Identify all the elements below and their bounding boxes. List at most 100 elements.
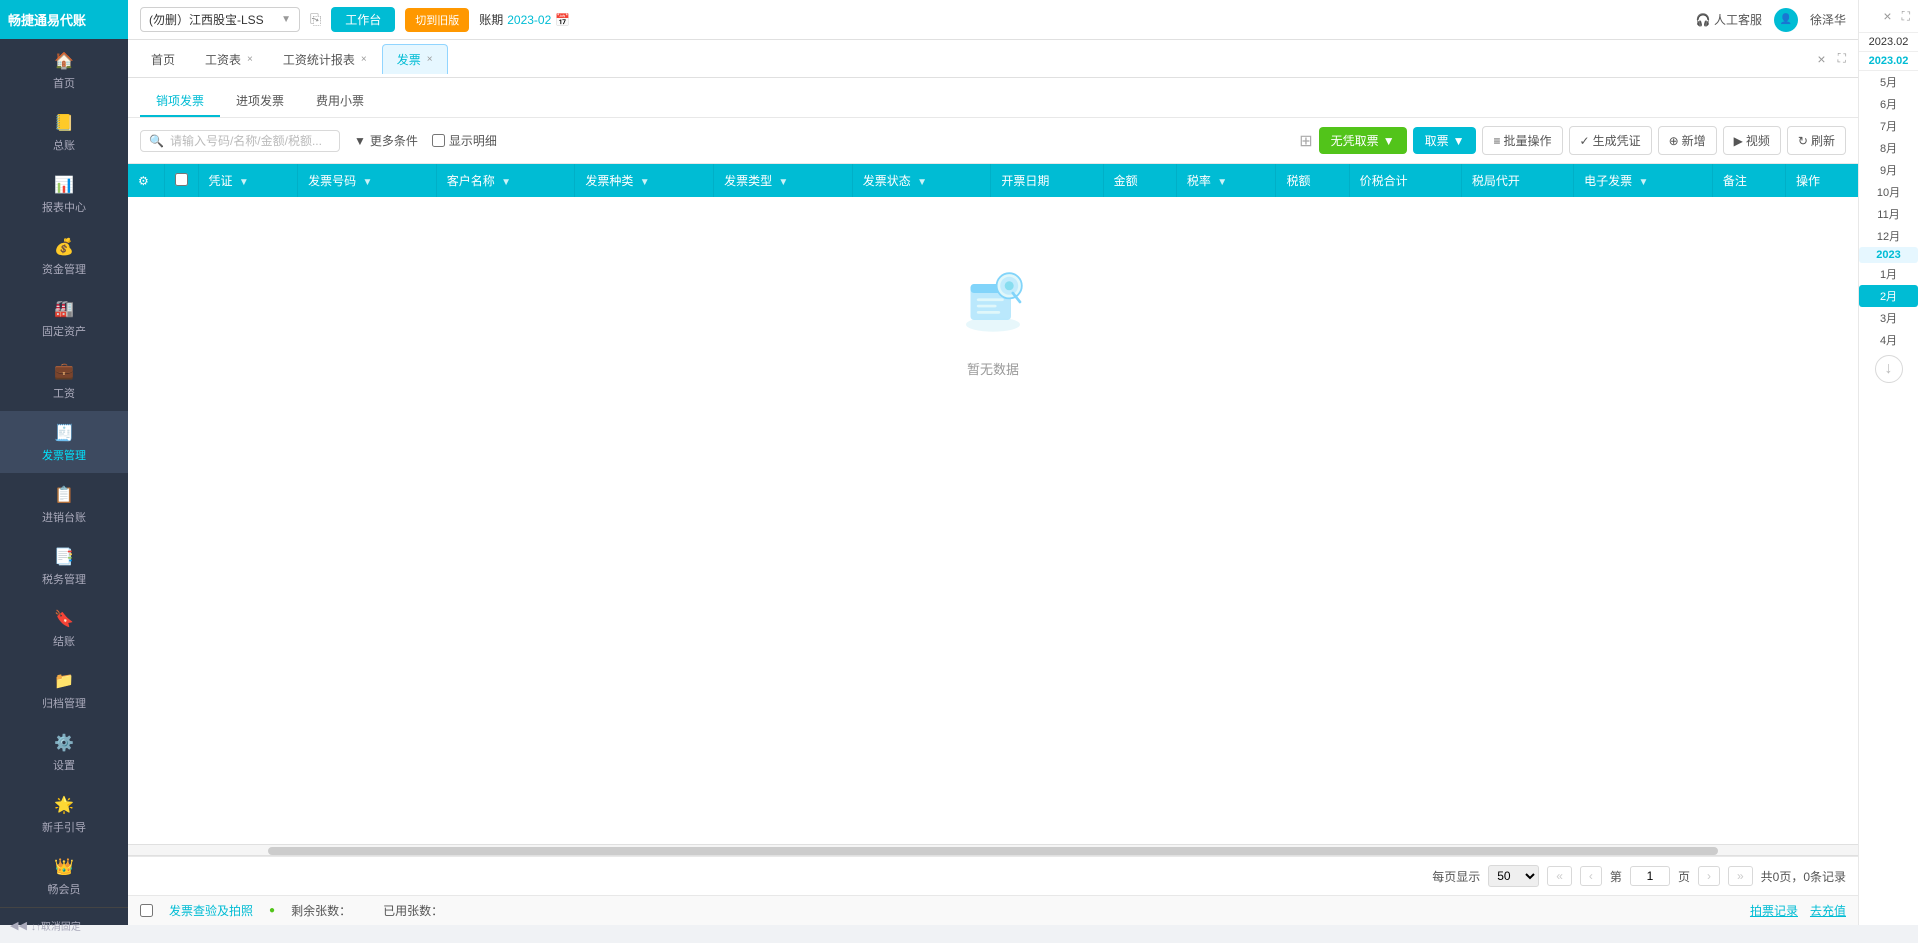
help-link[interactable]: 去充值 <box>1810 902 1846 919</box>
filter-button[interactable]: ▼ 更多条件 <box>348 128 424 153</box>
grid-settings-icon[interactable]: ⊞ <box>1299 131 1312 151</box>
col-actions: 操作 <box>1786 164 1858 197</box>
tab-invoice[interactable]: 发票 × <box>382 44 448 74</box>
page-size-label: 每页显示 <box>1432 868 1480 885</box>
sidebar-item-reports[interactable]: 📊 报表中心 <box>0 163 128 225</box>
panel-expand-button[interactable]: ⛶ <box>1834 47 1850 70</box>
col-settings[interactable]: ⚙ <box>128 164 164 197</box>
new-button[interactable]: ⊕ 新增 <box>1658 126 1717 155</box>
sidebar-item-label: 归档管理 <box>42 695 86 711</box>
tab-home[interactable]: 首页 <box>136 44 190 74</box>
sidebar-item-label: 报表中心 <box>42 199 86 215</box>
voucher-button[interactable]: 取票 ▼ <box>1413 127 1477 154</box>
last-page-button[interactable]: » <box>1728 866 1753 886</box>
filter-icon: ▼ <box>354 134 366 148</box>
video-button[interactable]: ▶ 视频 <box>1723 126 1781 155</box>
batch-op-button[interactable]: ≡ 批量操作 <box>1482 126 1562 155</box>
sidebar-logo: 畅捷通易代账 <box>0 0 128 39</box>
sidebar-item-sales[interactable]: 📋 进销台账 <box>0 473 128 535</box>
tab-salary-stats[interactable]: 工资统计报表 × <box>268 44 382 74</box>
tab-salary-stats-close[interactable]: × <box>361 54 367 65</box>
verify-checkbox[interactable] <box>140 904 153 917</box>
select-all-checkbox[interactable] <box>175 173 188 186</box>
search-input[interactable] <box>170 134 331 148</box>
date-month-11[interactable]: 11月 <box>1859 203 1918 225</box>
col-tax: 税额 <box>1276 164 1349 197</box>
date-month-8[interactable]: 8月 <box>1859 137 1918 159</box>
subtab-purchase-invoice[interactable]: 进项发票 <box>220 86 300 117</box>
tab-salary-stats-label: 工资统计报表 <box>283 51 355 68</box>
date-scroll-down[interactable]: ↓ <box>1875 355 1903 383</box>
sidebar-item-settings[interactable]: ⚙️ 设置 <box>0 721 128 783</box>
sidebar-item-ledger[interactable]: 📒 总账 <box>0 101 128 163</box>
date-month-7[interactable]: 7月 <box>1859 115 1918 137</box>
user-service[interactable]: 🎧 人工客服 <box>1696 11 1762 28</box>
sidebar-item-archive[interactable]: 📁 归档管理 <box>0 659 128 721</box>
pin-toggle[interactable]: ◀◀ ↓↑取消固定 <box>0 907 128 943</box>
date-month-4[interactable]: 4月 <box>1859 329 1918 351</box>
sidebar-item-label: 畅会员 <box>48 881 81 897</box>
subtab-sales-label: 销项发票 <box>156 94 204 108</box>
show-detail-checkbox[interactable]: 显示明细 <box>432 132 497 149</box>
date-month-12[interactable]: 12月 <box>1859 225 1918 247</box>
sidebar-item-salary[interactable]: 💼 工资 <box>0 349 128 411</box>
sidebar-item-tax[interactable]: 📑 税务管理 <box>0 535 128 597</box>
sidebar-item-member[interactable]: 👑 畅会员 <box>0 845 128 907</box>
buy-link[interactable]: 拍票记录 <box>1750 902 1798 919</box>
video-label: 视频 <box>1746 132 1770 149</box>
guide-icon: 🌟 <box>54 795 74 815</box>
date-month-9[interactable]: 9月 <box>1859 159 1918 181</box>
subtab-expense-receipt[interactable]: 费用小票 <box>300 86 380 117</box>
refresh-icon: ↻ <box>1798 134 1808 148</box>
no-voucher-button[interactable]: 无凭取票 ▼ <box>1319 127 1407 154</box>
date-month-6[interactable]: 6月 <box>1859 93 1918 115</box>
col-amount: 金额 <box>1103 164 1176 197</box>
company-selector[interactable]: (勿删）江西股宝-LSS ▼ <box>140 7 300 32</box>
voucher-label: 取票 <box>1425 132 1449 149</box>
sidebar-item-guide[interactable]: 🌟 新手引导 <box>0 783 128 845</box>
scrollbar-area[interactable] <box>128 844 1858 856</box>
reports-icon: 📊 <box>54 175 74 195</box>
footer-bar: 发票查验及拍照 ● 剩余张数： 已用张数： 拍票记录 去充值 <box>128 895 1858 925</box>
calendar-icon[interactable]: 📅 <box>555 13 570 27</box>
copy-icon[interactable]: ⎘ <box>310 11 321 28</box>
date-sidebar-expand[interactable]: ⛶ <box>1898 4 1914 28</box>
prev-page-button[interactable]: ‹ <box>1580 866 1602 886</box>
date-month-10[interactable]: 10月 <box>1859 181 1918 203</box>
tab-salary-table-close[interactable]: × <box>247 54 253 65</box>
sidebar-item-settle[interactable]: 🔖 结账 <box>0 597 128 659</box>
subtab-sales-invoice[interactable]: 销项发票 <box>140 86 220 117</box>
salary-icon: 💼 <box>54 361 74 381</box>
subtabs: 销项发票 进项发票 费用小票 <box>128 78 1858 118</box>
date-month-2[interactable]: 2月 <box>1859 285 1918 307</box>
sidebar-item-invoice[interactable]: 🧾 发票管理 <box>0 411 128 473</box>
page-number-input[interactable] <box>1630 866 1670 886</box>
date-month-5[interactable]: 5月 <box>1859 71 1918 93</box>
date-year-2023: 2023 <box>1859 247 1918 263</box>
next-page-button[interactable]: › <box>1698 866 1720 886</box>
show-detail-check[interactable] <box>432 134 445 147</box>
panel-close-button[interactable]: × <box>1813 47 1829 71</box>
first-page-button[interactable]: « <box>1547 866 1572 886</box>
tab-salary-table[interactable]: 工资表 × <box>190 44 268 74</box>
workbench-button[interactable]: 工作台 <box>331 7 395 32</box>
page-size-select[interactable]: 50 10 20 100 <box>1488 865 1539 887</box>
sidebar-item-home[interactable]: 🏠 首页 <box>0 39 128 101</box>
date-month-3[interactable]: 3月 <box>1859 307 1918 329</box>
switch-version-button[interactable]: 切到旧版 <box>405 8 469 32</box>
date-sidebar-close[interactable]: × <box>1879 4 1895 28</box>
generate-voucher-button[interactable]: ✓ 生成凭证 <box>1569 126 1652 155</box>
avatar[interactable]: 👤 <box>1774 8 1798 32</box>
sidebar-item-fixed[interactable]: 🏭 固定资产 <box>0 287 128 349</box>
remaining-label: 剩余张数： <box>291 902 351 919</box>
sidebar-item-funds[interactable]: 💰 资金管理 <box>0 225 128 287</box>
search-box[interactable]: 🔍 <box>140 130 340 152</box>
col-remark: 备注 <box>1712 164 1785 197</box>
col-e-invoice: 电子发票 ▼ <box>1574 164 1713 197</box>
col-invoice-category: 发票类型 ▼ <box>714 164 853 197</box>
tab-salary-table-label: 工资表 <box>205 51 241 68</box>
refresh-button[interactable]: ↻ 刷新 <box>1787 126 1846 155</box>
date-month-1[interactable]: 1月 <box>1859 263 1918 285</box>
col-checkbox[interactable] <box>164 164 198 197</box>
tab-invoice-close[interactable]: × <box>427 54 433 65</box>
